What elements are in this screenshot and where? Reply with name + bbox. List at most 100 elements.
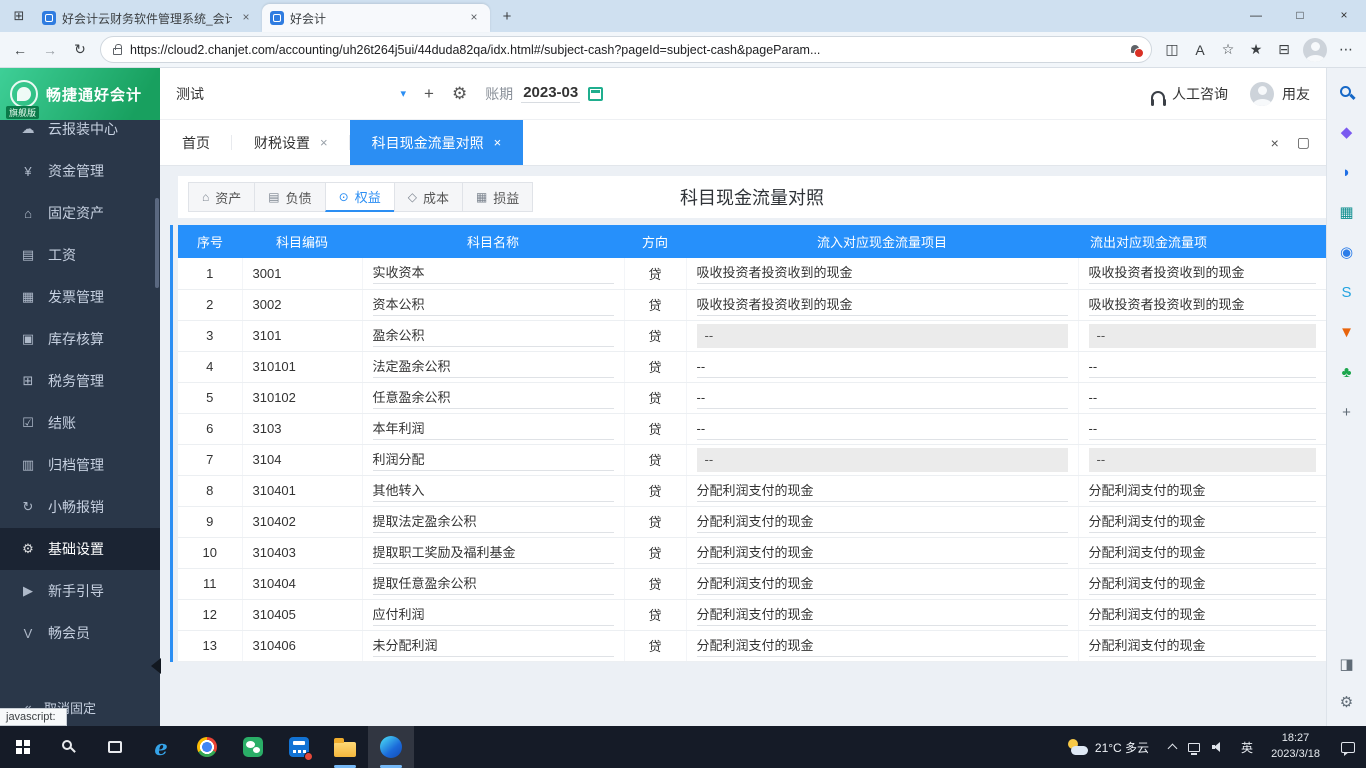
user-menu[interactable]: 用友 <box>1250 81 1310 106</box>
flow-field[interactable]: -- <box>1088 356 1316 378</box>
flow-field[interactable]: 分配利润支付的现金 <box>696 480 1068 502</box>
flow-field[interactable]: 分配利润支付的现金 <box>696 511 1068 533</box>
tab-close-icon[interactable]: × <box>320 135 328 150</box>
sidebar-item-fixed-assets[interactable]: ⌂ 固定资产 <box>0 192 160 234</box>
browser-menu-icon[interactable]: ⋯ <box>1332 36 1360 64</box>
flow-field[interactable]: 吸收投资者投资收到的现金 <box>1088 294 1316 316</box>
subject-name-cell[interactable]: 应付利润 <box>362 599 625 631</box>
flow-field[interactable]: 分配利润支付的现金 <box>1088 635 1316 657</box>
category-tab-profit-loss[interactable]: ▦ 损益 <box>461 182 534 212</box>
inflow-cell[interactable]: 分配利润支付的现金 <box>686 630 1079 662</box>
subject-name-cell[interactable]: 任意盈余公积 <box>362 382 625 414</box>
lock-icon[interactable] <box>113 44 122 55</box>
category-tab-assets[interactable]: ⌂ 资产 <box>188 182 256 212</box>
inflow-cell[interactable]: -- <box>686 413 1079 445</box>
category-tab-cost[interactable]: ◇ 成本 <box>393 182 463 212</box>
profile-button[interactable] <box>1300 36 1330 64</box>
notifications-blocked-icon[interactable] <box>1129 44 1144 58</box>
direction-cell[interactable]: 贷 <box>624 506 687 538</box>
direction-cell[interactable]: 贷 <box>624 537 687 569</box>
browser-tab[interactable]: 好会计云财务软件管理系统_会计 × <box>34 4 262 32</box>
sidebar-settings-icon[interactable]: ⚙ <box>1335 690 1359 714</box>
outflow-cell[interactable]: -- <box>1078 413 1326 445</box>
flow-field[interactable]: 吸收投资者投资收到的现金 <box>696 262 1068 285</box>
flow-field[interactable]: -- <box>1088 387 1316 409</box>
network-icon[interactable] <box>1188 742 1201 755</box>
outflow-cell[interactable]: 分配利润支付的现金 <box>1078 475 1326 507</box>
favorites-icon[interactable]: ★ <box>1242 36 1270 64</box>
taskbar-app-calculator[interactable] <box>276 726 322 768</box>
taskbar-clock[interactable]: 18:27 2023/3/18 <box>1261 731 1330 763</box>
taskbar-app-chrome[interactable] <box>184 726 230 768</box>
close-button[interactable]: × <box>1322 0 1366 30</box>
show-hidden-icons-chevron[interactable] <box>1167 743 1178 754</box>
inflow-cell[interactable]: 吸收投资者投资收到的现金 <box>686 289 1079 321</box>
start-button[interactable] <box>0 726 46 768</box>
direction-cell[interactable]: 贷 <box>624 599 687 631</box>
flow-field[interactable]: 分配利润支付的现金 <box>1088 511 1316 533</box>
discover-icon[interactable]: ◆ <box>1335 120 1359 144</box>
taskbar-app-explorer[interactable] <box>322 726 368 768</box>
tab-close-icon[interactable]: × <box>494 135 502 150</box>
flow-field[interactable]: -- <box>696 356 1068 378</box>
calendar-icon[interactable] <box>588 86 604 101</box>
add-favorite-icon[interactable]: ☆ <box>1214 36 1242 64</box>
collections-icon[interactable]: ⊟ <box>1270 36 1298 64</box>
address-bar[interactable]: https://cloud2.chanjet.com/accounting/uh… <box>100 36 1152 63</box>
taskbar-search-button[interactable] <box>46 726 92 768</box>
inflow-cell[interactable]: -- <box>686 320 1079 352</box>
tab-actions-menu-icon[interactable]: ⊞ <box>6 3 32 29</box>
office-tools-icon[interactable]: ▦ <box>1335 200 1359 224</box>
new-tab-button[interactable]: + <box>494 3 520 29</box>
browser-tab[interactable]: 好会计 × <box>262 4 490 32</box>
tab-close-icon[interactable]: × <box>466 10 482 26</box>
action-center-button[interactable] <box>1330 726 1366 768</box>
sidebar-item-guide[interactable]: ▶ 新手引导 <box>0 570 160 612</box>
taskbar-app-wechat[interactable] <box>230 726 276 768</box>
direction-cell[interactable]: 贷 <box>624 630 687 662</box>
direction-cell[interactable]: 贷 <box>624 382 687 414</box>
fullscreen-icon[interactable]: ▢ <box>1297 134 1310 151</box>
sidebar-item-salary[interactable]: ▤ 工资 <box>0 234 160 276</box>
flow-field[interactable]: 分配利润支付的现金 <box>1088 542 1316 564</box>
inflow-cell[interactable]: 吸收投资者投资收到的现金 <box>686 258 1079 290</box>
flow-field[interactable]: -- <box>1088 418 1316 440</box>
read-aloud-icon[interactable]: A <box>1186 36 1214 64</box>
direction-cell[interactable]: 贷 <box>624 258 687 290</box>
account-set-dropdown[interactable]: 测试 ▾ <box>176 84 406 104</box>
add-panel-icon[interactable]: + <box>1335 400 1359 424</box>
games-icon[interactable]: ♣ <box>1335 360 1359 384</box>
back-button[interactable]: ← <box>6 36 34 64</box>
volume-icon[interactable] <box>1212 742 1223 752</box>
inflow-cell[interactable]: -- <box>686 444 1079 476</box>
subject-name-cell[interactable]: 资本公积 <box>362 289 625 321</box>
direction-cell[interactable]: 贷 <box>624 413 687 445</box>
app-tab-subject-cashflow[interactable]: 科目现金流量对照 × <box>349 120 524 165</box>
subject-name-cell[interactable]: 提取法定盈余公积 <box>362 506 625 538</box>
inflow-cell[interactable]: 分配利润支付的现金 <box>686 599 1079 631</box>
url-text[interactable]: https://cloud2.chanjet.com/accounting/uh… <box>130 43 1121 57</box>
flow-field[interactable]: -- <box>696 387 1068 409</box>
outflow-cell[interactable]: 分配利润支付的现金 <box>1078 537 1326 569</box>
flow-field[interactable]: 吸收投资者投资收到的现金 <box>1088 262 1316 285</box>
sidebar-item-cloud-service[interactable]: ☁ 云报装中心 <box>0 120 160 150</box>
outflow-cell[interactable]: -- <box>1078 444 1326 476</box>
weather-widget[interactable]: 21°C 多云 <box>1056 739 1159 756</box>
direction-cell[interactable]: 贷 <box>624 444 687 476</box>
shopping-icon[interactable]: ◗ <box>1335 160 1359 184</box>
refresh-button[interactable]: ↻ <box>66 36 94 64</box>
accounting-period[interactable]: 账期 2023-03 <box>485 84 604 104</box>
category-tab-equity[interactable]: ⊙ 权益 <box>324 182 395 212</box>
drop-icon[interactable]: ▼ <box>1335 320 1359 344</box>
sidebar-item-member[interactable]: V 畅会员 <box>0 612 160 654</box>
sidebar-item-closing[interactable]: ☑ 结账 <box>0 402 160 444</box>
flow-field[interactable]: 分配利润支付的现金 <box>1088 573 1316 595</box>
outflow-cell[interactable]: -- <box>1078 320 1326 352</box>
outflow-cell[interactable]: 吸收投资者投资收到的现金 <box>1078 258 1326 290</box>
subject-name-cell[interactable]: 利润分配 <box>362 444 625 476</box>
app-tab-tax-settings[interactable]: 财税设置 × <box>232 120 350 165</box>
flow-field[interactable]: 分配利润支付的现金 <box>1088 604 1316 626</box>
inflow-cell[interactable]: 分配利润支付的现金 <box>686 568 1079 600</box>
inflow-cell[interactable]: 分配利润支付的现金 <box>686 537 1079 569</box>
subject-name-cell[interactable]: 法定盈余公积 <box>362 351 625 383</box>
